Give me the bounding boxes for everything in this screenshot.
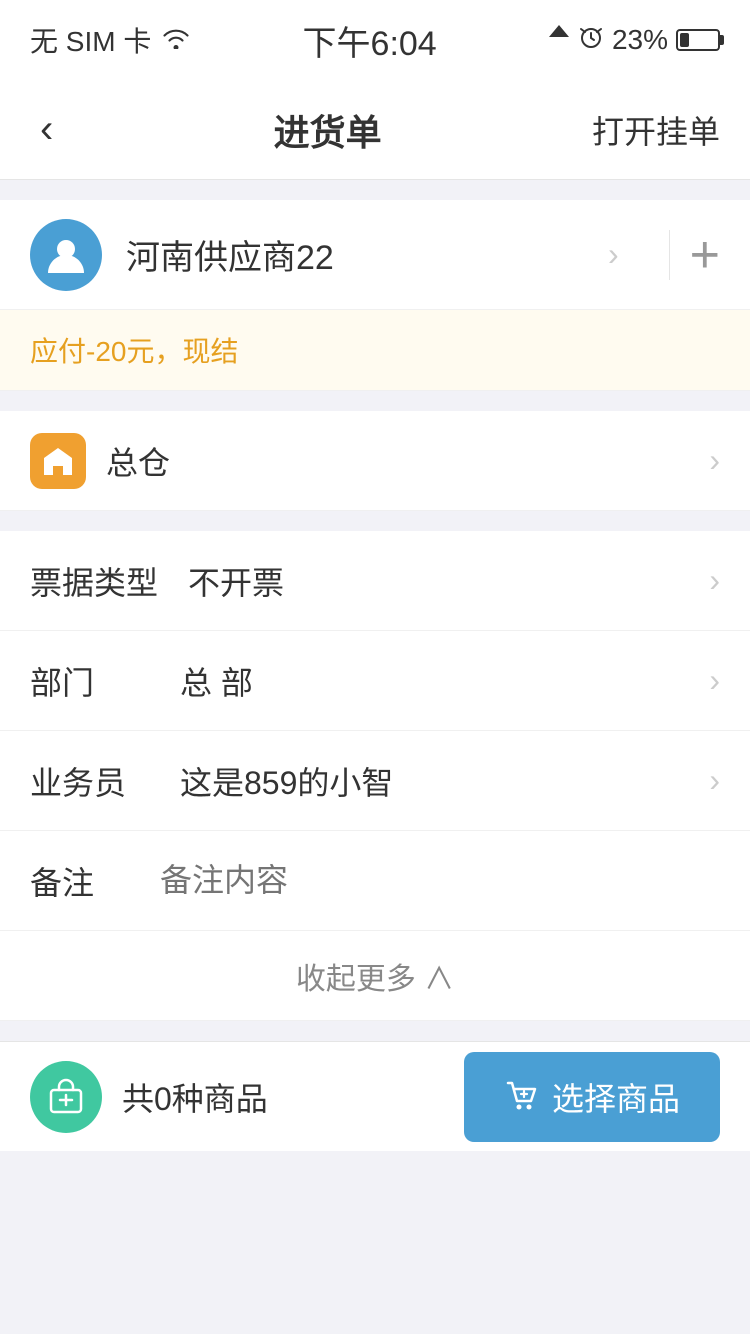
salesperson-label: 业务员 (30, 758, 150, 804)
product-count: 共0种商品 (122, 1074, 464, 1120)
home-icon (41, 444, 75, 478)
collapse-row[interactable]: 收起更多 ∧ (0, 931, 750, 1021)
bag-icon (45, 1076, 87, 1118)
mid-divider2 (0, 511, 750, 531)
top-divider (0, 180, 750, 200)
remark-input[interactable] (160, 862, 720, 899)
select-product-button[interactable]: 选择商品 (464, 1052, 720, 1142)
department-label: 部门 (30, 658, 150, 704)
battery-icon (676, 29, 720, 51)
collapse-label: 收起更多 ∧ (296, 954, 454, 998)
select-product-label: 选择商品 (552, 1074, 680, 1120)
status-time: 下午6:04 (303, 16, 437, 65)
mid-divider1 (0, 391, 750, 411)
salesperson-value: 这是859的小智 (180, 758, 709, 804)
supplier-arrow-icon: › (608, 236, 619, 273)
invoice-type-row[interactable]: 票据类型 不开票 › (0, 531, 750, 631)
department-value: 总 部 (180, 658, 709, 704)
form-section: 票据类型 不开票 › 部门 总 部 › 业务员 这是859的小智 › 备注 收起… (0, 531, 750, 1021)
wifi-icon (161, 24, 191, 56)
cart-icon (504, 1079, 540, 1115)
supplier-name: 河南供应商22 (126, 230, 608, 279)
warehouse-arrow-icon: › (709, 442, 720, 479)
supplier-divider (669, 230, 670, 280)
location-icon (548, 24, 570, 57)
invoice-type-label: 票据类型 (30, 558, 158, 604)
status-right: 23% (548, 24, 720, 57)
status-left: 无 SIM 卡 (30, 20, 191, 60)
back-button[interactable]: ‹ (30, 97, 63, 162)
warehouse-icon (30, 433, 86, 489)
supplier-section: 河南供应商22 › + 应付-20元，现结 (0, 200, 750, 391)
page-title: 进货单 (274, 104, 382, 156)
department-row[interactable]: 部门 总 部 › (0, 631, 750, 731)
department-arrow-icon: › (709, 662, 720, 699)
bottom-bar: 共0种商品 选择商品 (0, 1041, 750, 1151)
product-icon (30, 1061, 102, 1133)
salesperson-arrow-icon: › (709, 762, 720, 799)
battery-percent: 23% (612, 24, 668, 56)
alarm-icon (578, 24, 604, 57)
warehouse-row[interactable]: 总仓 › (0, 411, 750, 511)
alert-text: 应付-20元，现结 (30, 336, 238, 367)
alert-row: 应付-20元，现结 (0, 310, 750, 391)
no-sim-text: 无 SIM 卡 (30, 20, 151, 60)
nav-bar: ‹ 进货单 打开挂单 (0, 80, 750, 180)
invoice-type-value: 不开票 (188, 558, 709, 604)
salesperson-row[interactable]: 业务员 这是859的小智 › (0, 731, 750, 831)
warehouse-name: 总仓 (106, 438, 709, 484)
person-icon (44, 233, 88, 277)
remark-label: 备注 (30, 858, 130, 904)
remark-row[interactable]: 备注 (0, 831, 750, 931)
supplier-row[interactable]: 河南供应商22 › + (0, 200, 750, 310)
open-pending-button[interactable]: 打开挂单 (592, 107, 720, 153)
supplier-avatar (30, 219, 102, 291)
add-supplier-button[interactable]: + (690, 229, 720, 281)
status-bar: 无 SIM 卡 下午6:04 23% (0, 0, 750, 80)
invoice-type-arrow-icon: › (709, 562, 720, 599)
